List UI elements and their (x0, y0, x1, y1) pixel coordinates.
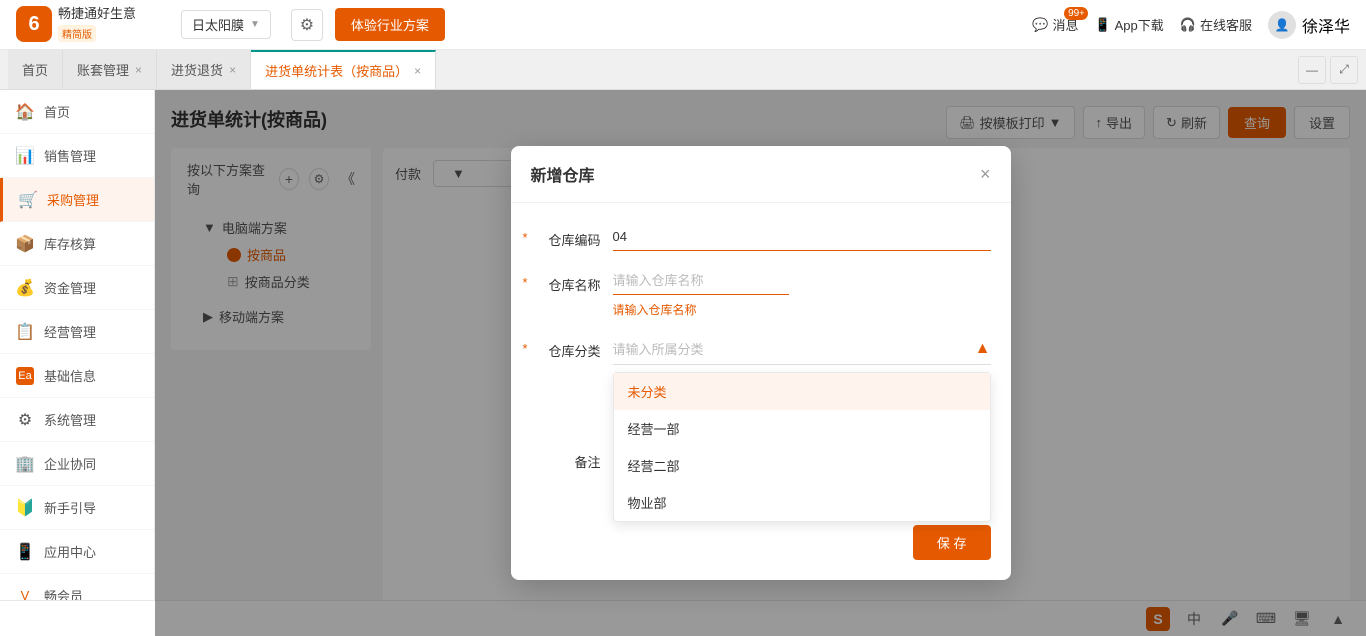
finance-icon: 💰 (16, 279, 34, 297)
category-form-row: 仓库分类 ▲ 未分类 经营一部 经营二部 物业部 (531, 334, 991, 365)
operations-icon: 📋 (16, 323, 34, 341)
note-label: 备注 (531, 445, 601, 471)
sidebar-label-basic-info: 基础信息 (44, 366, 96, 385)
category-selector: ▲ 未分类 经营一部 经营二部 物业部 (613, 334, 991, 365)
app-logo-icon: 6 (16, 6, 52, 42)
sales-icon: 📊 (16, 147, 34, 165)
app-download-link[interactable]: 📱 App下载 (1094, 15, 1163, 34)
logo-area: 6 畅捷通好生意 精简版 (16, 6, 171, 43)
headset-icon: 🎧 (1180, 17, 1196, 33)
store-arrow-icon: ▼ (250, 19, 260, 30)
tab-minimize-button[interactable]: — (1298, 56, 1326, 84)
home-tab-label: 首页 (22, 60, 48, 79)
sidebar-item-guide[interactable]: 🔰 新手引导 (0, 486, 154, 530)
header-center: ⚙ 体验行业方案 (271, 8, 1032, 41)
tab-stats[interactable]: 进货单统计表（按商品） × (251, 50, 436, 89)
store-name: 日太阳膜 (192, 15, 244, 34)
store-selector[interactable]: 日太阳膜 ▼ (181, 10, 271, 39)
sidebar-item-operations[interactable]: 📋 经营管理 (0, 310, 154, 354)
tab-returns-close[interactable]: × (229, 63, 236, 77)
sidebar-label-home: 首页 (44, 102, 70, 121)
online-service-link[interactable]: 🎧 在线客服 (1180, 15, 1252, 34)
code-label: 仓库编码 (531, 223, 601, 249)
username: 徐泽华 (1302, 13, 1350, 37)
name-input[interactable] (613, 267, 789, 295)
dialog-close-button[interactable]: × (980, 164, 991, 185)
notification-icon: 💬 (1032, 17, 1048, 33)
sidebar-label-inventory: 库存核算 (44, 234, 96, 253)
user-avatar-area[interactable]: 👤 徐泽华 (1268, 11, 1350, 39)
dialog-footer: 保 存 (511, 513, 1011, 580)
notification-button[interactable]: 💬 消息 99+ (1032, 15, 1078, 34)
notification-badge: 99+ (1064, 7, 1088, 20)
top-header: 6 畅捷通好生意 精简版 日太阳膜 ▼ ⚙ 体验行业方案 💬 消息 99+ 📱 … (0, 0, 1366, 50)
name-form-row: 仓库名称 请输入仓库名称 (531, 267, 991, 318)
name-error-hint: 请输入仓库名称 (613, 301, 697, 318)
app-name: 畅捷通好生意 (58, 6, 136, 23)
tab-accounts[interactable]: 账套管理 × (63, 50, 157, 89)
sidebar-item-sales[interactable]: 📊 销售管理 (0, 134, 154, 178)
dialog-body: 仓库编码 仓库名称 请输入仓库名称 (511, 203, 1011, 513)
gear-button[interactable]: ⚙ (291, 9, 323, 41)
sidebar-label-finance: 资金管理 (44, 278, 96, 297)
sidebar: 🏠 首页 📊 销售管理 🛒 采购管理 📦 库存核算 💰 资金管理 📋 经营管理 … (0, 90, 155, 636)
purchase-icon: 🛒 (19, 191, 37, 209)
inventory-icon: 📦 (16, 235, 34, 253)
dialog-overlay[interactable]: 新增仓库 × 仓库编码 仓库名称 (155, 90, 1366, 636)
sidebar-item-home[interactable]: 🏠 首页 (0, 90, 154, 134)
sidebar-label-system: 系统管理 (44, 410, 96, 429)
sidebar-label-purchase: 采购管理 (47, 190, 99, 209)
sidebar-item-enterprise[interactable]: 🏢 企业协同 (0, 442, 154, 486)
code-input[interactable] (613, 223, 991, 251)
basic-info-icon: Ea (16, 367, 34, 385)
tab-stats-close[interactable]: × (414, 64, 421, 78)
sidebar-item-purchase[interactable]: 🛒 采购管理 (0, 178, 154, 222)
sidebar-label-operations: 经营管理 (44, 322, 96, 341)
category-label: 仓库分类 (531, 334, 601, 360)
main-layout: 🏠 首页 📊 销售管理 🛒 采购管理 📦 库存核算 💰 资金管理 📋 经营管理 … (0, 90, 1366, 636)
category-dropdown: 未分类 经营一部 经营二部 物业部 (613, 372, 991, 522)
apps-icon: 📱 (16, 543, 34, 561)
sidebar-item-basic-info[interactable]: Ea 基础信息 (0, 354, 154, 398)
category-toggle-button[interactable]: ▲ (975, 340, 991, 358)
tab-accounts-close[interactable]: × (135, 63, 142, 77)
tab-returns[interactable]: 进货退货 × (157, 50, 251, 89)
sidebar-item-system[interactable]: ⚙ 系统管理 (0, 398, 154, 442)
sidebar-item-inventory[interactable]: 📦 库存核算 (0, 222, 154, 266)
system-icon: ⚙ (16, 411, 34, 429)
code-form-row: 仓库编码 (531, 223, 991, 251)
dialog-header: 新增仓库 × (511, 146, 1011, 203)
content-area: 进货单统计(按商品) 🖨 按模板打印 ▼ ↑ 导出 ↻ 刷新 查询 设置 (155, 90, 1366, 636)
sidebar-label-guide: 新手引导 (44, 498, 96, 517)
name-label: 仓库名称 (531, 268, 601, 294)
sidebar-label-sales: 销售管理 (44, 146, 96, 165)
dropdown-item-dept2[interactable]: 经营二部 (614, 447, 990, 484)
phone-icon: 📱 (1094, 17, 1110, 33)
tab-actions: — ⤢ (1298, 56, 1358, 84)
enterprise-icon: 🏢 (16, 455, 34, 473)
app-badge: 精简版 (58, 25, 96, 42)
dropdown-item-property[interactable]: 物业部 (614, 484, 990, 521)
category-input[interactable] (613, 342, 975, 357)
sidebar-label-enterprise: 企业协同 (44, 454, 96, 473)
dropdown-item-dept1[interactable]: 经营一部 (614, 410, 990, 447)
trial-button[interactable]: 体验行业方案 (335, 8, 445, 41)
avatar: 👤 (1268, 11, 1296, 39)
sidebar-item-finance[interactable]: 💰 资金管理 (0, 266, 154, 310)
dropdown-item-uncategorized[interactable]: 未分类 (614, 373, 990, 410)
sidebar-label-apps: 应用中心 (44, 542, 96, 561)
home-icon: 🏠 (16, 103, 34, 121)
save-button[interactable]: 保 存 (913, 525, 991, 560)
new-warehouse-dialog: 新增仓库 × 仓库编码 仓库名称 (511, 146, 1011, 580)
tab-home[interactable]: 首页 (8, 50, 63, 89)
tab-expand-button[interactable]: ⤢ (1330, 56, 1358, 84)
sidebar-item-apps[interactable]: 📱 应用中心 (0, 530, 154, 574)
guide-icon: 🔰 (16, 499, 34, 517)
dialog-title: 新增仓库 (531, 162, 595, 186)
tab-bar: 首页 账套管理 × 进货退货 × 进货单统计表（按商品） × — ⤢ (0, 50, 1366, 90)
header-right: 💬 消息 99+ 📱 App下载 🎧 在线客服 👤 徐泽华 (1032, 11, 1350, 39)
